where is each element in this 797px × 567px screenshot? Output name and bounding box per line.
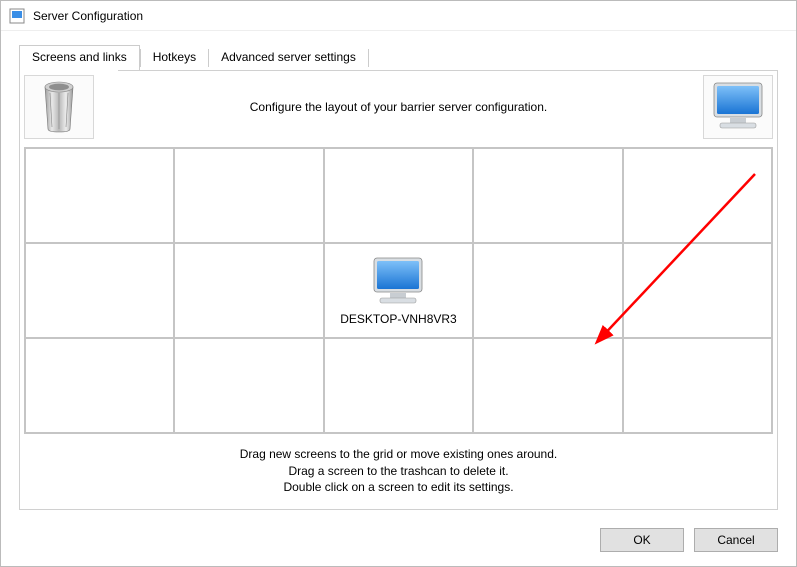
trashcan-icon [37, 79, 81, 136]
grid-cell[interactable] [174, 338, 323, 433]
tab-hotkeys[interactable]: Hotkeys [141, 46, 208, 70]
hint-line-2: Drag a screen to the trashcan to delete … [20, 463, 777, 479]
grid-cell[interactable] [25, 338, 174, 433]
top-controls-row: Configure the layout of your barrier ser… [20, 71, 777, 143]
tab-separator [368, 49, 369, 67]
grid-cell[interactable] [324, 148, 473, 243]
ok-button[interactable]: OK [600, 528, 684, 552]
configure-instructions: Configure the layout of your barrier ser… [94, 100, 703, 114]
grid-cell[interactable] [473, 148, 622, 243]
grid-cell[interactable] [174, 243, 323, 338]
app-icon [9, 8, 25, 24]
screen-layout-grid[interactable]: DESKTOP-VNH8VR3 [24, 147, 773, 434]
tab-bar: Screens and links Hotkeys Advanced serve… [1, 31, 796, 70]
tab-advanced-server-settings[interactable]: Advanced server settings [209, 46, 368, 70]
monitor-icon [710, 80, 766, 135]
tab-screens-and-links[interactable]: Screens and links [19, 45, 140, 70]
grid-cell[interactable] [623, 148, 772, 243]
hint-text: Drag new screens to the grid or move exi… [20, 438, 777, 509]
grid-cell[interactable] [473, 338, 622, 433]
grid-cell-center-screen[interactable]: DESKTOP-VNH8VR3 [324, 243, 473, 338]
monitor-icon [370, 255, 426, 310]
grid-cell[interactable] [473, 243, 622, 338]
hint-line-1: Drag new screens to the grid or move exi… [20, 446, 777, 462]
screen-label: DESKTOP-VNH8VR3 [340, 312, 456, 326]
grid-cell[interactable] [174, 148, 323, 243]
grid-cell[interactable] [623, 243, 772, 338]
hint-line-3: Double click on a screen to edit its set… [20, 479, 777, 495]
grid-cell[interactable] [25, 243, 174, 338]
grid-cell[interactable] [623, 338, 772, 433]
window-title: Server Configuration [33, 9, 788, 23]
grid-cell[interactable] [324, 338, 473, 433]
server-configuration-window: Server Configuration Screens and links H… [0, 0, 797, 567]
trashcan-dropzone[interactable] [24, 75, 94, 139]
dialog-button-bar: OK Cancel [1, 522, 796, 566]
titlebar: Server Configuration [1, 1, 796, 31]
grid-cell[interactable] [25, 148, 174, 243]
new-screen-source[interactable] [703, 75, 773, 139]
screens-links-panel: Configure the layout of your barrier ser… [19, 70, 778, 510]
cancel-button[interactable]: Cancel [694, 528, 778, 552]
